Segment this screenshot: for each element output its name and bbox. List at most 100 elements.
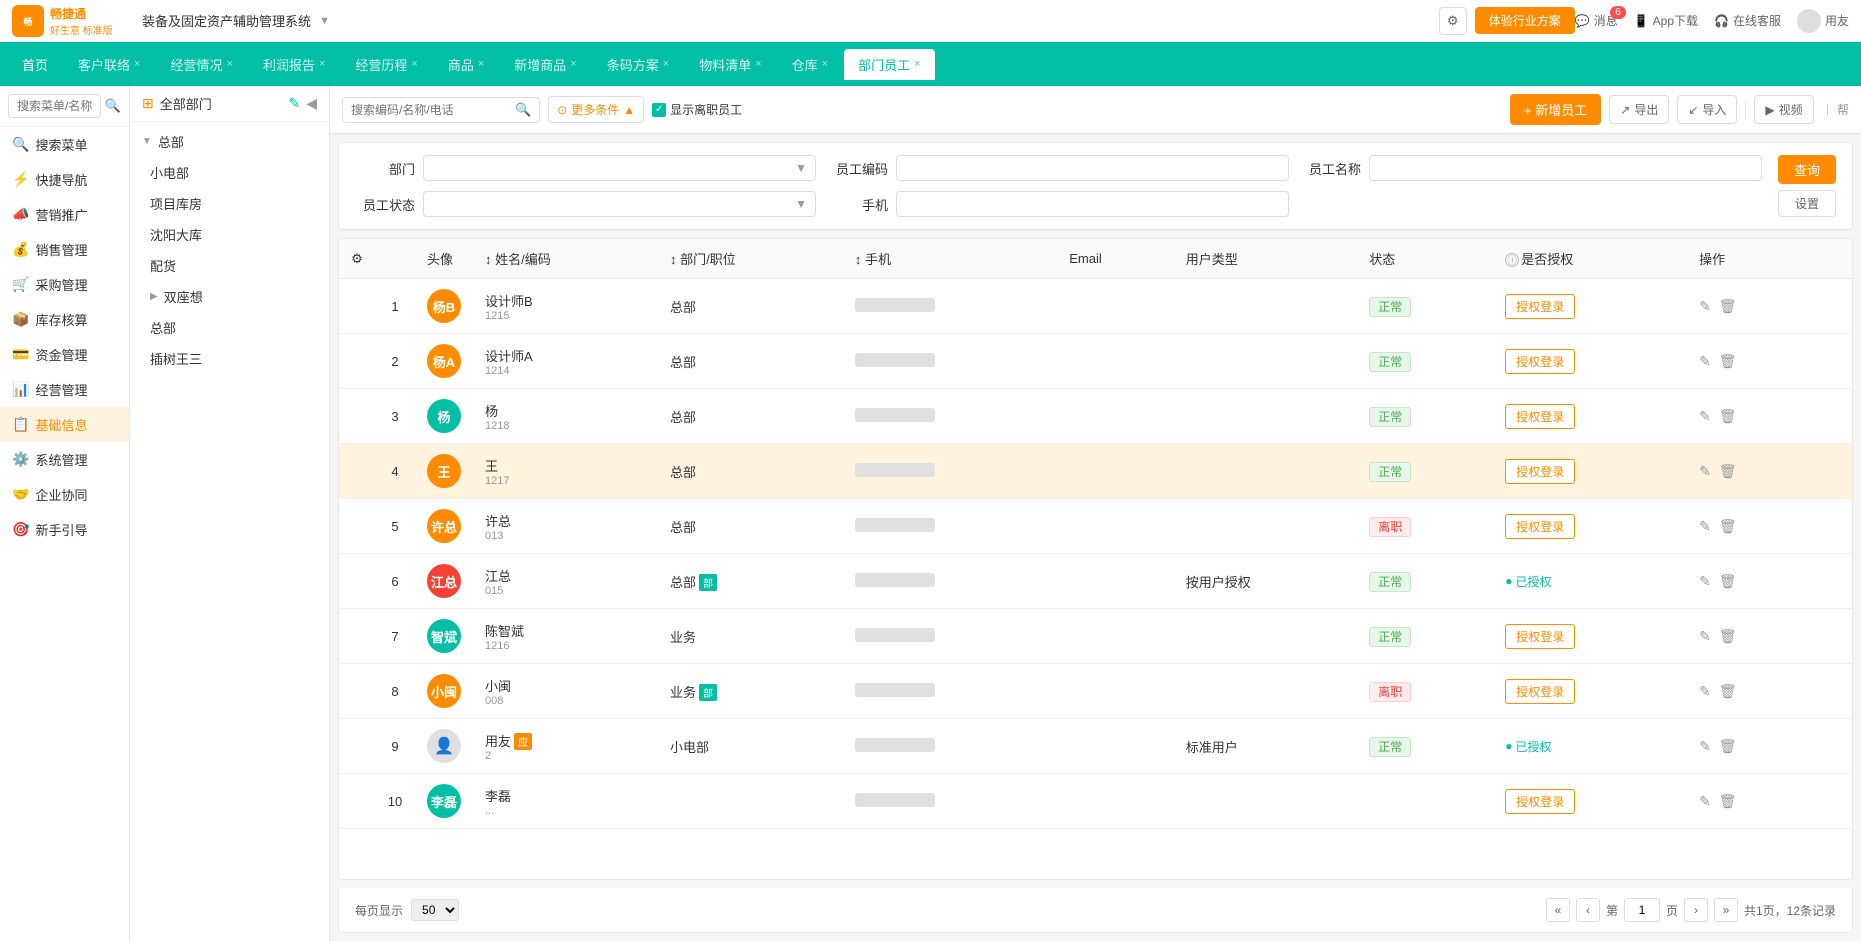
app-download-button[interactable]: 📱 App下载 <box>1634 12 1698 29</box>
show-resigned-checkbox[interactable]: ✓ 显示离职员工 <box>652 101 742 118</box>
col-name-code[interactable]: ↕ 姓名/编码 <box>473 239 658 279</box>
user-menu[interactable]: 用友 <box>1797 9 1849 33</box>
next-page-button[interactable]: › <box>1684 898 1708 922</box>
emp-status-select[interactable]: ▼ <box>423 191 816 217</box>
edit-icon[interactable]: ✎ <box>1699 518 1711 535</box>
message-button[interactable]: 💬 消息 6 <box>1575 12 1618 29</box>
trial-button[interactable]: 体验行业方案 <box>1475 7 1575 34</box>
close-icon[interactable]: × <box>570 58 576 70</box>
tab-goods[interactable]: 商品 × <box>434 49 498 80</box>
sidebar-item-business[interactable]: 📊 经营管理 <box>0 372 129 407</box>
delete-icon[interactable]: 🗑 <box>1719 628 1737 645</box>
dept-item[interactable]: 小电部 <box>130 157 329 188</box>
search-button[interactable]: 查询 <box>1778 155 1836 184</box>
edit-icon[interactable]: ✎ <box>1699 298 1711 315</box>
dept-item[interactable]: 总部 <box>130 312 329 343</box>
edit-icon[interactable]: ✎ <box>1699 738 1711 755</box>
emp-name-input[interactable] <box>1369 155 1762 181</box>
tab-operations[interactable]: 经营情况 × <box>156 49 246 80</box>
add-employee-button[interactable]: + 新增员工 <box>1510 94 1601 125</box>
search-input[interactable] <box>351 103 511 117</box>
delete-icon[interactable]: 🗑 <box>1719 353 1737 370</box>
col-phone[interactable]: ↕ 手机 <box>843 239 1057 279</box>
sidebar-item-basic-info[interactable]: 📋 基础信息 <box>0 407 129 442</box>
auth-button[interactable]: 授权登录 <box>1505 679 1575 704</box>
sidebar-search-icon[interactable]: 🔍 <box>105 98 121 114</box>
dept-add-icon[interactable]: ✎ <box>288 95 300 112</box>
auth-button[interactable]: 授权登录 <box>1505 404 1575 429</box>
first-page-button[interactable]: « <box>1546 898 1570 922</box>
edit-icon[interactable]: ✎ <box>1699 628 1711 645</box>
close-icon[interactable]: × <box>822 58 828 70</box>
edit-icon[interactable]: ✎ <box>1699 463 1711 480</box>
phone-input[interactable] <box>896 191 1289 217</box>
delete-icon[interactable]: 🗑 <box>1719 408 1737 425</box>
setting-button[interactable]: 设置 <box>1778 190 1836 217</box>
edit-icon[interactable]: ✎ <box>1699 408 1711 425</box>
emp-code-input[interactable] <box>896 155 1289 181</box>
more-filter-button[interactable]: ⊙ 更多条件 ▲ <box>548 96 644 123</box>
dept-item[interactable]: 配货 <box>130 250 329 281</box>
edit-icon[interactable]: ✎ <box>1699 573 1711 590</box>
dept-item[interactable]: 项目库房 <box>130 188 329 219</box>
tab-dept-staff[interactable]: 部门员工 × <box>844 49 934 80</box>
delete-icon[interactable]: 🗑 <box>1719 738 1737 755</box>
sidebar-item-guide[interactable]: 🎯 新手引导 <box>0 512 129 547</box>
dept-item[interactable]: ▼ 总部 <box>130 126 329 157</box>
settings-button[interactable]: ⚙ <box>1439 7 1467 35</box>
edit-icon[interactable]: ✎ <box>1699 683 1711 700</box>
sidebar-search-input[interactable] <box>8 94 101 118</box>
delete-icon[interactable]: 🗑 <box>1719 793 1737 810</box>
close-icon[interactable]: × <box>134 58 140 70</box>
auth-button[interactable]: 授权登录 <box>1505 294 1575 319</box>
auth-button[interactable]: 授权登录 <box>1505 514 1575 539</box>
edit-icon[interactable]: ✎ <box>1699 793 1711 810</box>
sidebar-item-collab[interactable]: 🤝 企业协同 <box>0 477 129 512</box>
tab-history[interactable]: 经营历程 × <box>341 49 431 80</box>
delete-icon[interactable]: 🗑 <box>1719 298 1737 315</box>
col-settings[interactable]: ⚙ <box>339 239 375 279</box>
delete-icon[interactable]: 🗑 <box>1719 518 1737 535</box>
tab-barcode[interactable]: 条码方案 × <box>593 49 683 80</box>
sidebar-item-finance[interactable]: 💳 资金管理 <box>0 337 129 372</box>
sidebar-item-shortcuts[interactable]: ⚡ 快捷导航 <box>0 162 129 197</box>
page-input[interactable] <box>1624 898 1660 922</box>
edit-icon[interactable]: ✎ <box>1699 353 1711 370</box>
delete-icon[interactable]: 🗑 <box>1719 463 1737 480</box>
last-page-button[interactable]: » <box>1714 898 1738 922</box>
sidebar-item-sales[interactable]: 💰 销售管理 <box>0 232 129 267</box>
sidebar-item-marketing[interactable]: 📣 营销推广 <box>0 197 129 232</box>
dept-item[interactable]: ▶ 双座想 <box>130 281 329 312</box>
auth-button[interactable]: 授权登录 <box>1505 349 1575 374</box>
tab-warehouse[interactable]: 仓库 × <box>778 49 842 80</box>
sidebar-item-system[interactable]: ⚙️ 系统管理 <box>0 442 129 477</box>
tab-new-goods[interactable]: 新增商品 × <box>500 49 590 80</box>
help-button[interactable]: ｜ 帮 <box>1822 101 1849 118</box>
dropdown-arrow-icon[interactable]: ▼ <box>319 15 330 27</box>
import-button[interactable]: ↙ 导入 <box>1677 95 1737 124</box>
auth-button[interactable]: 授权登录 <box>1505 789 1575 814</box>
sidebar-item-purchase[interactable]: 🛒 采购管理 <box>0 267 129 302</box>
tab-customer[interactable]: 客户联络 × <box>64 49 154 80</box>
auth-button[interactable]: 授权登录 <box>1505 459 1575 484</box>
prev-page-button[interactable]: ‹ <box>1576 898 1600 922</box>
search-icon[interactable]: 🔍 <box>515 102 531 118</box>
dept-item[interactable]: 沈阳大库 <box>130 219 329 250</box>
auth-button[interactable]: 授权登录 <box>1505 624 1575 649</box>
dept-select[interactable]: ▼ <box>423 155 816 181</box>
tab-profit[interactable]: 利润报告 × <box>249 49 339 80</box>
dept-item[interactable]: 插树王三 <box>130 343 329 374</box>
sidebar-item-inventory[interactable]: 📦 库存核算 <box>0 302 129 337</box>
tab-home[interactable]: 首页 <box>8 49 62 80</box>
video-button[interactable]: ▶ 视频 <box>1754 95 1813 124</box>
per-page-select[interactable]: 50 <box>411 899 459 921</box>
delete-icon[interactable]: 🗑 <box>1719 683 1737 700</box>
sidebar-item-search[interactable]: 🔍 搜索菜单 <box>0 127 129 162</box>
close-icon[interactable]: × <box>226 58 232 70</box>
close-icon[interactable]: × <box>914 58 920 70</box>
col-dept[interactable]: ↕ 部门/职位 <box>658 239 843 279</box>
tab-bom[interactable]: 物料清单 × <box>685 49 775 80</box>
close-icon[interactable]: × <box>663 58 669 70</box>
online-service-button[interactable]: 🎧 在线客服 <box>1714 12 1781 29</box>
close-icon[interactable]: × <box>411 58 417 70</box>
